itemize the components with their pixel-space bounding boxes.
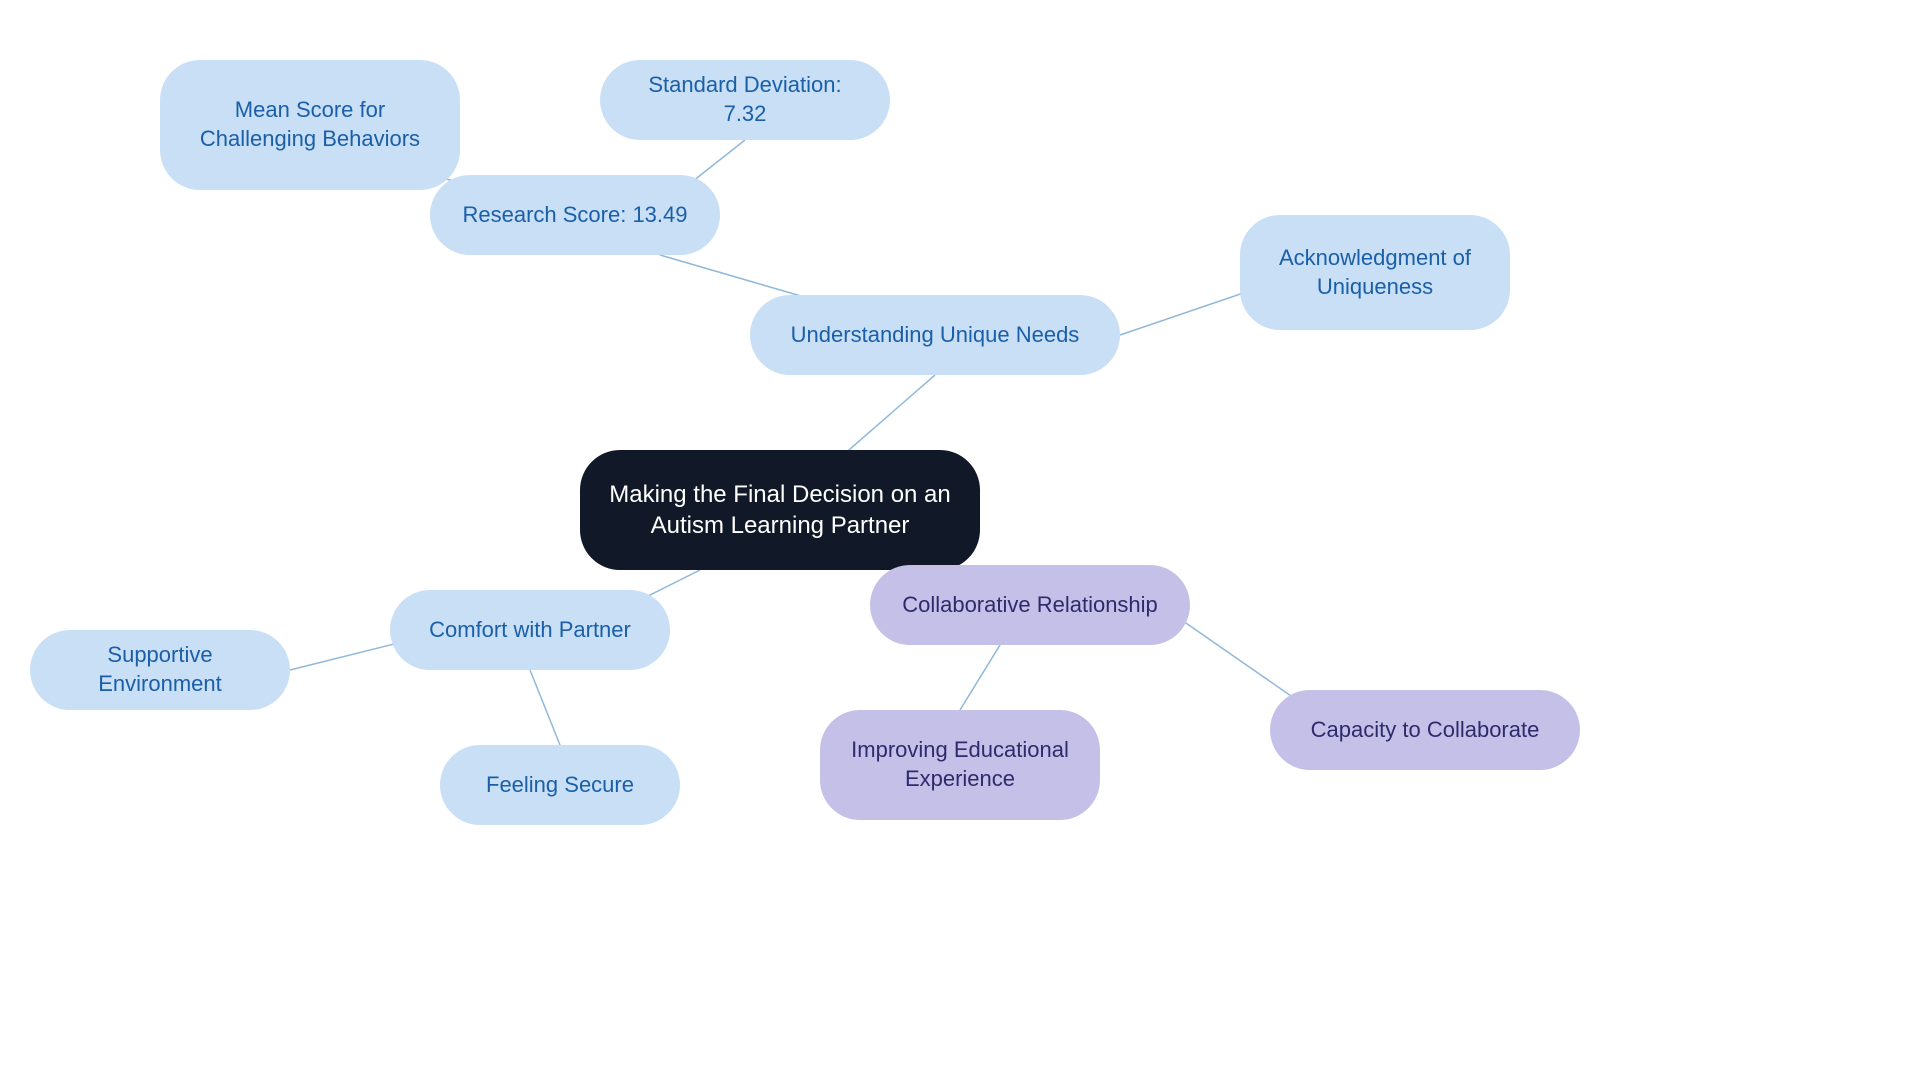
collaborative-node: Collaborative Relationship: [870, 565, 1190, 645]
supportive-node: Supportive Environment: [30, 630, 290, 710]
comfort-node: Comfort with Partner: [390, 590, 670, 670]
mean-score-node: Mean Score for Challenging Behaviors: [160, 60, 460, 190]
feeling-secure-node: Feeling Secure: [440, 745, 680, 825]
understanding-node: Understanding Unique Needs: [750, 295, 1120, 375]
acknowledgment-node: Acknowledgment of Uniqueness: [1240, 215, 1510, 330]
central-node: Making the Final Decision on an Autism L…: [580, 450, 980, 570]
research-score-node: Research Score: 13.49: [430, 175, 720, 255]
improving-node: Improving Educational Experience: [820, 710, 1100, 820]
capacity-node: Capacity to Collaborate: [1270, 690, 1580, 770]
std-dev-node: Standard Deviation: 7.32: [600, 60, 890, 140]
mind-map-container: Mean Score for Challenging Behaviors Sta…: [0, 0, 1920, 1083]
